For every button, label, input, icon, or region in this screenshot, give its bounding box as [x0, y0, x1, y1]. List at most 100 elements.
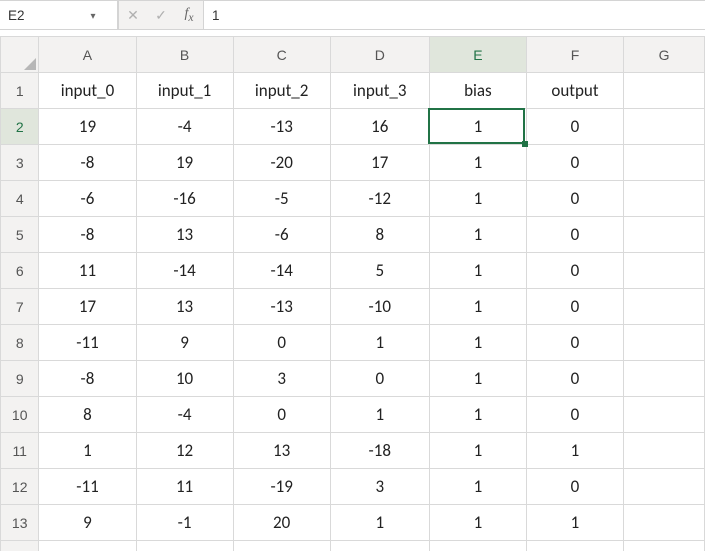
cell-A4[interactable]: -6 [39, 181, 136, 217]
cell-G3[interactable] [624, 145, 705, 181]
cell-D1[interactable]: input_3 [330, 73, 429, 109]
cell-D4[interactable]: -12 [330, 181, 429, 217]
cell-G13[interactable] [624, 505, 705, 541]
cell-B14[interactable]: 5 [136, 541, 233, 551]
cell-A9[interactable]: -8 [39, 361, 136, 397]
cell-F3[interactable]: 0 [526, 145, 623, 181]
cell-B8[interactable]: 9 [136, 325, 233, 361]
cell-B6[interactable]: -14 [136, 253, 233, 289]
cell-D7[interactable]: -10 [330, 289, 429, 325]
cell-D14[interactable]: 2 [330, 541, 429, 551]
row-header-13[interactable]: 13 [1, 505, 39, 541]
cell-A6[interactable]: 11 [39, 253, 136, 289]
cell-F11[interactable]: 1 [526, 433, 623, 469]
cell-C9[interactable]: 3 [233, 361, 330, 397]
cell-B5[interactable]: 13 [136, 217, 233, 253]
cell-G6[interactable] [624, 253, 705, 289]
cell-F10[interactable]: 0 [526, 397, 623, 433]
cell-A3[interactable]: -8 [39, 145, 136, 181]
row-header-4[interactable]: 4 [1, 181, 39, 217]
cell-C4[interactable]: -5 [233, 181, 330, 217]
cell-E12[interactable]: 1 [429, 469, 526, 505]
select-all-corner[interactable] [1, 37, 39, 73]
cell-B3[interactable]: 19 [136, 145, 233, 181]
cell-D9[interactable]: 0 [330, 361, 429, 397]
row-header-11[interactable]: 11 [1, 433, 39, 469]
cell-C11[interactable]: 13 [233, 433, 330, 469]
col-header-G[interactable]: G [624, 37, 705, 73]
cell-F7[interactable]: 0 [526, 289, 623, 325]
cell-C3[interactable]: -20 [233, 145, 330, 181]
cell-F12[interactable]: 0 [526, 469, 623, 505]
cell-E11[interactable]: 1 [429, 433, 526, 469]
cell-F9[interactable]: 0 [526, 361, 623, 397]
row-header-8[interactable]: 8 [1, 325, 39, 361]
col-header-E[interactable]: E [429, 37, 526, 73]
cell-B9[interactable]: 10 [136, 361, 233, 397]
cell-A10[interactable]: 8 [39, 397, 136, 433]
col-header-D[interactable]: D [330, 37, 429, 73]
cell-G4[interactable] [624, 181, 705, 217]
cell-G10[interactable] [624, 397, 705, 433]
cell-B11[interactable]: 12 [136, 433, 233, 469]
cell-D12[interactable]: 3 [330, 469, 429, 505]
enter-button[interactable]: ✓ [147, 1, 175, 29]
cell-D6[interactable]: 5 [330, 253, 429, 289]
cell-E7[interactable]: 1 [429, 289, 526, 325]
row-header-6[interactable]: 6 [1, 253, 39, 289]
cell-G9[interactable] [624, 361, 705, 397]
cell-A2[interactable]: 19 [39, 109, 136, 145]
cell-C13[interactable]: 20 [233, 505, 330, 541]
row-header-9[interactable]: 9 [1, 361, 39, 397]
cell-A14[interactable]: 3 [39, 541, 136, 551]
cell-D13[interactable]: 1 [330, 505, 429, 541]
cell-C8[interactable]: 0 [233, 325, 330, 361]
cell-A7[interactable]: 17 [39, 289, 136, 325]
fill-handle[interactable] [522, 141, 528, 147]
cell-G5[interactable] [624, 217, 705, 253]
formula-input[interactable] [204, 1, 705, 29]
cell-C7[interactable]: -13 [233, 289, 330, 325]
cell-E9[interactable]: 1 [429, 361, 526, 397]
cell-G12[interactable] [624, 469, 705, 505]
cell-E3[interactable]: 1 [429, 145, 526, 181]
cell-G11[interactable] [624, 433, 705, 469]
cell-B1[interactable]: input_1 [136, 73, 233, 109]
name-box[interactable]: ▾ [0, 1, 118, 29]
cell-G2[interactable] [624, 109, 705, 145]
row-header-10[interactable]: 10 [1, 397, 39, 433]
row-header-14[interactable]: 14 [1, 541, 39, 551]
cell-G1[interactable] [624, 73, 705, 109]
cell-F6[interactable]: 0 [526, 253, 623, 289]
cell-F14[interactable]: 1 [526, 541, 623, 551]
cell-B4[interactable]: -16 [136, 181, 233, 217]
spreadsheet-grid[interactable]: A B C D E F G 1input_0input_1input_2inpu… [0, 36, 705, 551]
cell-C12[interactable]: -19 [233, 469, 330, 505]
name-box-dropdown-icon[interactable]: ▾ [86, 9, 100, 22]
cell-A5[interactable]: -8 [39, 217, 136, 253]
cell-E2[interactable]: 1 [429, 109, 526, 145]
cell-F13[interactable]: 1 [526, 505, 623, 541]
cell-F1[interactable]: output [526, 73, 623, 109]
col-header-F[interactable]: F [526, 37, 623, 73]
cell-B12[interactable]: 11 [136, 469, 233, 505]
cell-D5[interactable]: 8 [330, 217, 429, 253]
cell-D8[interactable]: 1 [330, 325, 429, 361]
cell-D3[interactable]: 17 [330, 145, 429, 181]
cell-A8[interactable]: -11 [39, 325, 136, 361]
cell-A11[interactable]: 1 [39, 433, 136, 469]
cell-C2[interactable]: -13 [233, 109, 330, 145]
cell-B10[interactable]: -4 [136, 397, 233, 433]
cell-B2[interactable]: -4 [136, 109, 233, 145]
row-header-3[interactable]: 3 [1, 145, 39, 181]
cell-F2[interactable]: 0 [526, 109, 623, 145]
cell-C10[interactable]: 0 [233, 397, 330, 433]
col-header-B[interactable]: B [136, 37, 233, 73]
cell-E4[interactable]: 1 [429, 181, 526, 217]
cell-F5[interactable]: 0 [526, 217, 623, 253]
cell-F8[interactable]: 0 [526, 325, 623, 361]
col-header-A[interactable]: A [39, 37, 136, 73]
cell-A1[interactable]: input_0 [39, 73, 136, 109]
cell-B13[interactable]: -1 [136, 505, 233, 541]
cell-C1[interactable]: input_2 [233, 73, 330, 109]
